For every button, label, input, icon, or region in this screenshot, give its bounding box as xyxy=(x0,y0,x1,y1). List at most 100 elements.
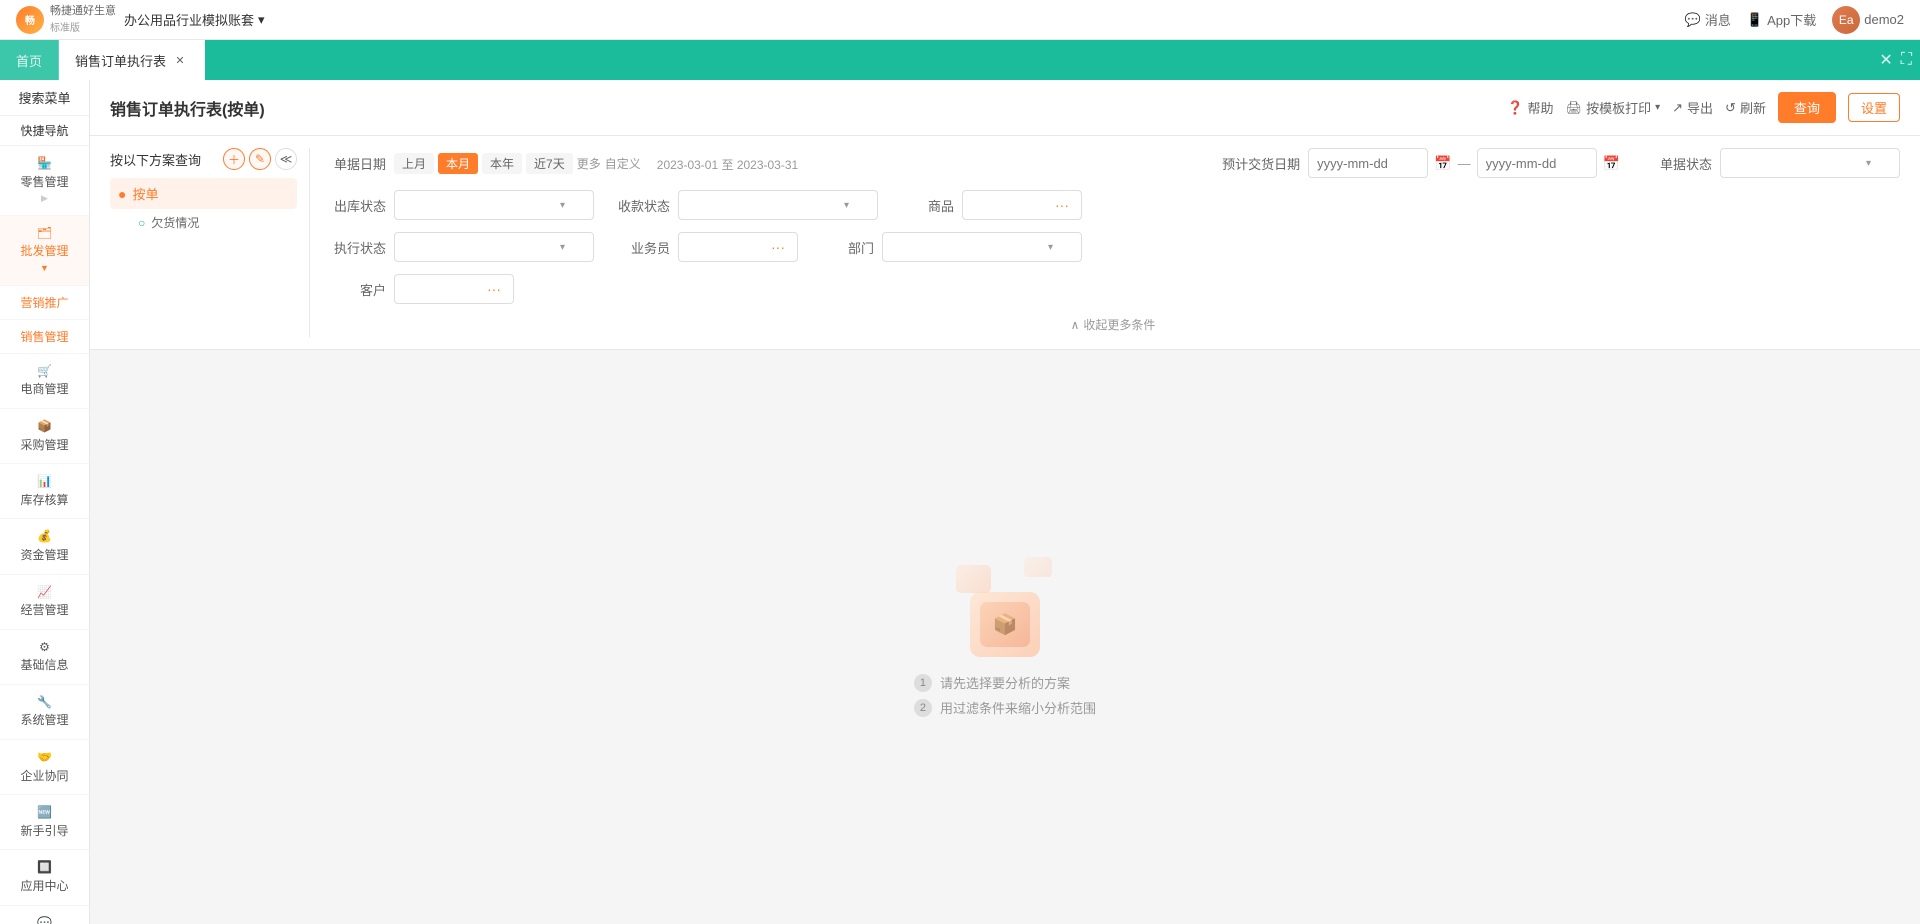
expected-date-field: 预计交货日期 📅 — 📅 xyxy=(1222,148,1620,178)
doc-status-field: 单据状态 ▾ xyxy=(1652,148,1900,178)
expected-date-group: 📅 — 📅 xyxy=(1308,148,1620,178)
expected-date-start[interactable] xyxy=(1308,148,1428,178)
wholesale-icon: 🗂 xyxy=(37,226,52,242)
date-tag-7days[interactable]: 近7天 xyxy=(526,153,573,174)
header-right: 💬 消息 📱 App下载 Ea demo2 xyxy=(1685,6,1904,34)
salesperson-dots-icon[interactable]: ··· xyxy=(767,239,789,255)
sidebar-item-wholesale[interactable]: 🗂 批发管理 ▼ xyxy=(0,216,89,286)
dept-arrow-icon: ▾ xyxy=(1048,242,1053,253)
exec-status-field: 执行状态 ▾ xyxy=(326,232,594,262)
sidebar-item-basic[interactable]: ⚙ 基础信息 xyxy=(0,630,89,685)
ecommerce-icon: 🛒 xyxy=(37,364,52,380)
sidebar-item-marketing[interactable]: 营销推广 xyxy=(0,286,89,320)
sidebar-item-management[interactable]: 📈 经营管理 xyxy=(0,575,89,630)
customer-field: 客户 ··· xyxy=(326,274,514,304)
customer-multiselect[interactable]: ··· xyxy=(394,274,514,304)
date-tag-last-month[interactable]: 上月 xyxy=(394,153,434,174)
refresh-btn[interactable]: ↺ 刷新 xyxy=(1725,98,1766,117)
sidebar-item-wechat[interactable]: 💬 企业微信 xyxy=(0,906,89,924)
tab-sales-order[interactable]: 销售订单执行表 ✕ xyxy=(59,40,205,80)
export-btn[interactable]: ↗ 导出 xyxy=(1672,98,1713,117)
date-tag-this-month[interactable]: 本月 xyxy=(438,153,478,174)
delivery-status-field: 出库状态 ▾ xyxy=(326,190,594,220)
sidebar-item-purchase[interactable]: 📦 采购管理 xyxy=(0,409,89,464)
message-btn[interactable]: 💬 消息 xyxy=(1685,10,1731,29)
payment-status-select[interactable]: ▾ xyxy=(678,190,878,220)
template-print-btn[interactable]: 🖨 按模板打印 ▾ xyxy=(1566,98,1661,117)
filter-left-actions: ＋ ✎ ≪ xyxy=(223,148,297,170)
sidebar-search[interactable]: 搜索菜单 xyxy=(0,80,89,116)
collab-icon: 🤝 xyxy=(37,750,52,766)
main-wrapper: 搜索菜单 快捷导航 🏪 零售管理 ▶ 🗂 批发管理 ▼ 营销推广 销售管理 🛒 … xyxy=(0,80,1920,924)
window-close-btn[interactable]: ✕ xyxy=(1879,50,1892,70)
tab-home[interactable]: 首页 xyxy=(0,40,59,80)
empty-illustration: 📦 xyxy=(950,557,1060,657)
sidebar-item-appcenter[interactable]: 🔲 应用中心 xyxy=(0,850,89,905)
sidebar-quick-nav[interactable]: 快捷导航 xyxy=(0,116,89,146)
delivery-status-select[interactable]: ▾ xyxy=(394,190,594,220)
avatar: Ea xyxy=(1832,6,1860,34)
delivery-arrow-icon: ▾ xyxy=(560,200,565,211)
tab-bar: 首页 销售订单执行表 ✕ ✕ ⛶ xyxy=(0,40,1920,80)
settings-button[interactable]: 设置 xyxy=(1848,93,1900,122)
app-selector[interactable]: 办公用品行业模拟账套 ▾ xyxy=(124,10,265,29)
finance-icon: 💰 xyxy=(37,529,52,545)
user-menu[interactable]: Ea demo2 xyxy=(1832,6,1904,34)
help-btn[interactable]: ❓ 帮助 xyxy=(1507,98,1553,117)
appcenter-icon: 🔲 xyxy=(37,860,52,876)
date-custom-btn[interactable]: 自定义 xyxy=(605,155,641,172)
payment-status-wrap: ▾ xyxy=(678,190,878,220)
sidebar-item-collab[interactable]: 🤝 企业协同 xyxy=(0,740,89,795)
empty-state: 📦 1 请先选择要分析的方案 2 用过滤条件来缩小分析范围 xyxy=(90,350,1920,924)
calendar-end-icon[interactable]: 📅 xyxy=(1603,155,1620,172)
sidebar-item-retail[interactable]: 🏪 零售管理 ▶ xyxy=(0,146,89,216)
filter-row-4: 客户 ··· xyxy=(326,274,1900,304)
content-area: 销售订单执行表(按单) ❓ 帮助 🖨 按模板打印 ▾ ↗ 导出 ↺ 刷新 xyxy=(90,80,1920,924)
expected-date-end[interactable] xyxy=(1477,148,1597,178)
sidebar-item-finance[interactable]: 💰 资金管理 xyxy=(0,519,89,574)
query-button[interactable]: 查询 xyxy=(1778,92,1836,123)
tab-close-icon[interactable]: ✕ xyxy=(172,52,188,68)
customer-dots-icon[interactable]: ··· xyxy=(483,281,505,297)
salesperson-multiselect[interactable]: ··· xyxy=(678,232,798,262)
filter-right: 单据日期 上月 本月 本年 近7天 更多 自定义 2023-03-01 至 20… xyxy=(310,148,1900,337)
exec-arrow-icon: ▾ xyxy=(560,242,565,253)
doc-status-arrow-icon: ▾ xyxy=(1866,158,1871,169)
date-tag-this-year[interactable]: 本年 xyxy=(482,153,522,174)
app-download-btn[interactable]: 📱 App下载 xyxy=(1747,10,1816,29)
sidebar-item-sales[interactable]: 销售管理 xyxy=(0,320,89,354)
dept-field: 部门 ▾ xyxy=(814,232,1082,262)
window-maximize-btn[interactable]: ⛶ xyxy=(1901,51,1912,69)
shortage-icon: ○ xyxy=(138,216,145,230)
purchase-icon: 📦 xyxy=(37,419,52,435)
sidebar-item-guide[interactable]: 🆕 新手引导 xyxy=(0,795,89,850)
page-actions: ❓ 帮助 🖨 按模板打印 ▾ ↗ 导出 ↺ 刷新 查询 设置 xyxy=(1507,92,1900,123)
date-more-btn[interactable]: 更多 xyxy=(577,155,601,172)
exec-status-select[interactable]: ▾ xyxy=(394,232,594,262)
goods-multiselect[interactable]: ··· xyxy=(962,190,1082,220)
payment-arrow-icon: ▾ xyxy=(844,200,849,211)
sidebar-item-ecommerce[interactable]: 🛒 电商管理 xyxy=(0,354,89,409)
download-icon: 📱 xyxy=(1747,12,1763,28)
doc-status-select[interactable]: ▾ xyxy=(1720,148,1900,178)
basic-icon: ⚙ xyxy=(39,640,50,656)
collapse-left-btn[interactable]: ≪ xyxy=(275,148,297,170)
edit-scheme-btn[interactable]: ✎ xyxy=(249,148,271,170)
calendar-start-icon[interactable]: 📅 xyxy=(1434,155,1451,172)
empty-hint-1: 1 请先选择要分析的方案 xyxy=(914,673,1070,692)
filter-left: 按以下方案查询 ＋ ✎ ≪ ● 按单 ○ 欠货情况 xyxy=(110,148,310,337)
scheme-shortage[interactable]: ○ 欠货情况 xyxy=(110,209,297,236)
logo-icon: 畅 xyxy=(16,6,44,34)
add-scheme-btn[interactable]: ＋ xyxy=(223,148,245,170)
dept-select[interactable]: ▾ xyxy=(882,232,1082,262)
collapse-filters-btn[interactable]: ∧ 收起更多条件 xyxy=(326,316,1900,333)
sidebar-item-inventory[interactable]: 📊 库存核算 xyxy=(0,464,89,519)
print-chevron-icon: ▾ xyxy=(1655,102,1660,113)
filter-row-3: 执行状态 ▾ 业务员 ··· xyxy=(326,232,1900,262)
delivery-status-wrap: ▾ xyxy=(394,190,594,220)
scheme-order[interactable]: ● 按单 xyxy=(110,178,297,209)
date-range-display: 2023-03-01 至 2023-03-31 xyxy=(657,156,798,173)
sidebar-item-system[interactable]: 🔧 系统管理 xyxy=(0,685,89,740)
sidebar: 搜索菜单 快捷导航 🏪 零售管理 ▶ 🗂 批发管理 ▼ 营销推广 销售管理 🛒 … xyxy=(0,80,90,924)
goods-dots-icon[interactable]: ··· xyxy=(1051,197,1073,213)
